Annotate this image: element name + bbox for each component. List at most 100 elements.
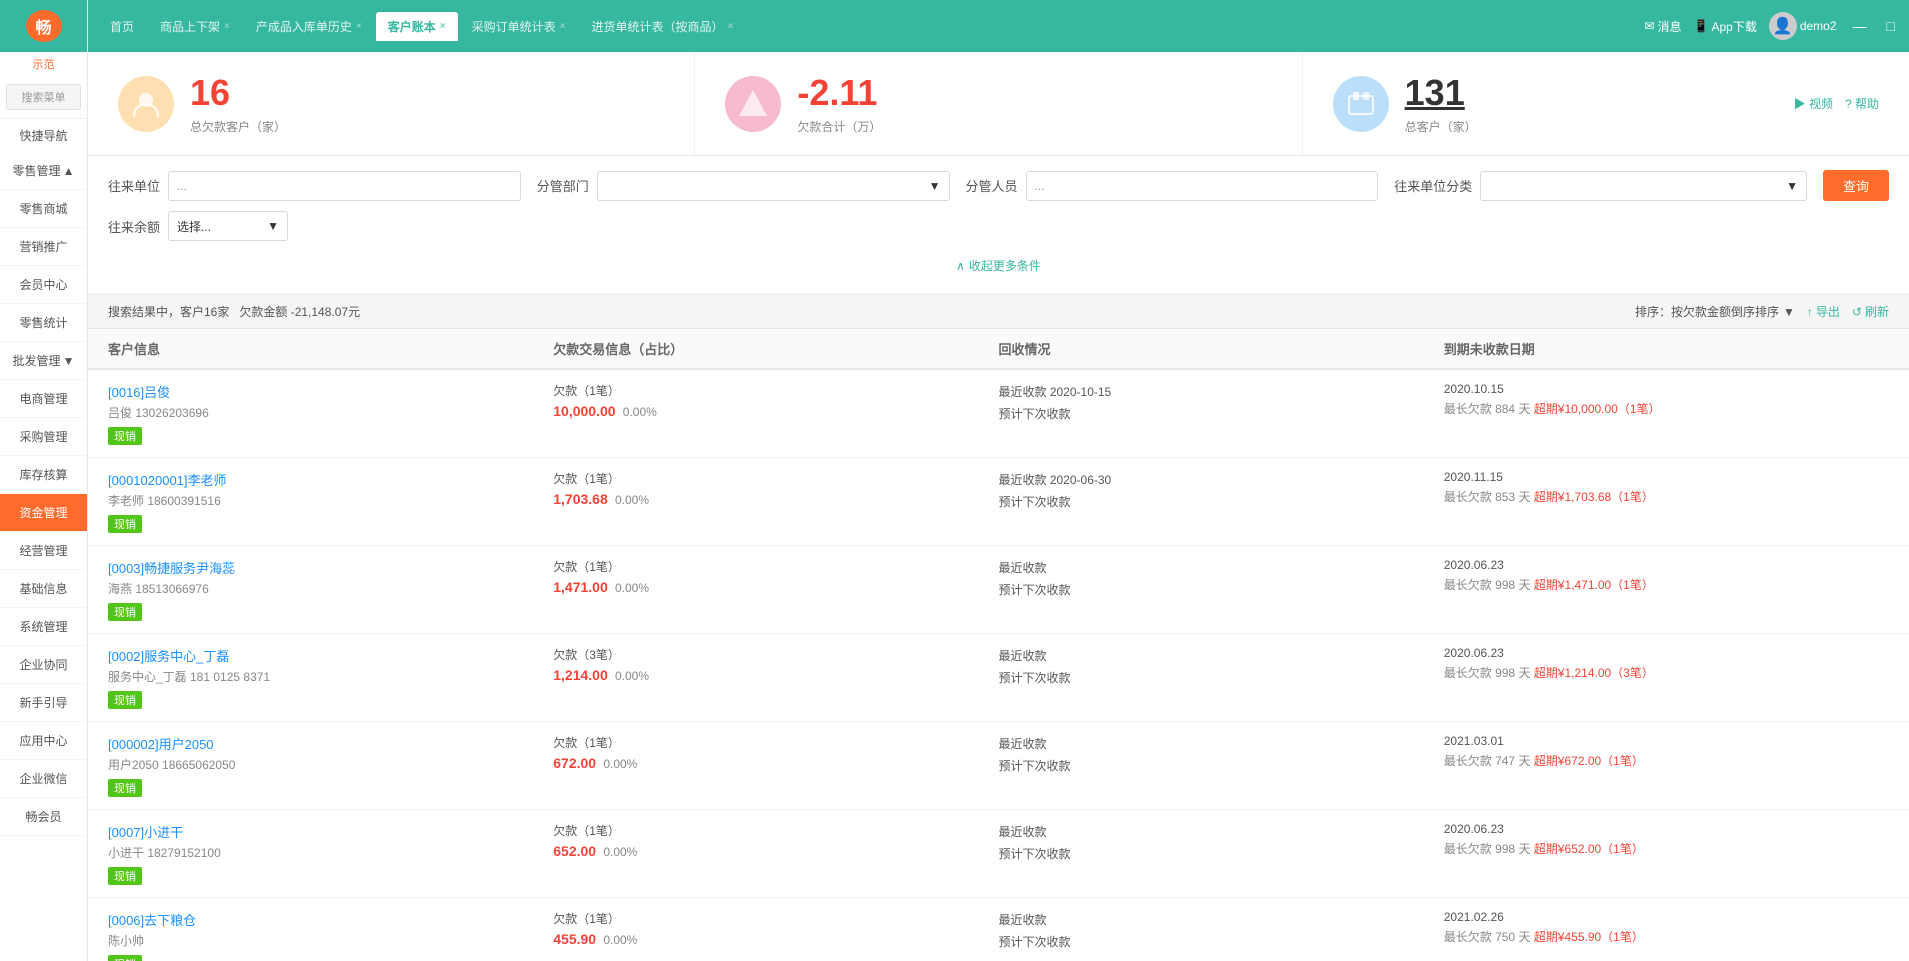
collapse-button[interactable]: ∧ 收起更多条件 bbox=[956, 257, 1041, 274]
sidebar-item-purchase-mgmt[interactable]: 采购管理 bbox=[0, 418, 87, 456]
search-menu-button[interactable]: 搜索菜单 bbox=[6, 84, 81, 110]
debt-cell-6: 欠款（1笔） 455.90 0.00% bbox=[553, 910, 998, 961]
app-download-button[interactable]: 📱 App下载 bbox=[1694, 18, 1757, 35]
close-customer-account-tab[interactable]: × bbox=[440, 21, 446, 32]
search-button[interactable]: 查询 bbox=[1823, 170, 1889, 201]
customer-name-4[interactable]: [000002]用户2050 bbox=[108, 734, 553, 753]
tab-customer-account[interactable]: 客户账本 × bbox=[376, 12, 458, 41]
window-minimize-button[interactable]: — bbox=[1849, 14, 1871, 38]
col-header-debt: 欠款交易信息（占比） bbox=[553, 339, 998, 358]
col-header-customer: 客户信息 bbox=[108, 339, 553, 358]
customer-tag-1: 现销 bbox=[108, 515, 142, 533]
table-row: [0016]吕俊 吕俊 13026203696 现销 欠款（1笔） 10,000… bbox=[88, 370, 1909, 458]
customer-contact-5: 小进干 18279152100 bbox=[108, 844, 553, 861]
total-customers-icon bbox=[1333, 76, 1389, 132]
sidebar-item-inventory[interactable]: 库存核算 bbox=[0, 456, 87, 494]
tab-product-shelf[interactable]: 商品上下架 × bbox=[148, 12, 242, 41]
debt-cell-1: 欠款（1笔） 1,703.68 0.00% bbox=[553, 470, 998, 533]
close-purchase-order-tab[interactable]: × bbox=[560, 21, 566, 32]
sort-selector[interactable]: 排序：按欠款金额倒序排序 ▼ bbox=[1635, 303, 1795, 320]
customer-name-1[interactable]: [0001020001]李老师 bbox=[108, 470, 553, 489]
sidebar-item-member-center[interactable]: 会员中心 bbox=[0, 266, 87, 304]
help-btn[interactable]: ? 帮助 bbox=[1845, 95, 1879, 112]
customer-name-2[interactable]: [0003]畅捷服务尹海蕊 bbox=[108, 558, 553, 577]
customer-name-5[interactable]: [0007]小进干 bbox=[108, 822, 553, 841]
from-unit-input[interactable]: ... bbox=[168, 171, 521, 201]
filter-balance: 往来余额 选择... ▼ bbox=[108, 211, 288, 241]
main-content: 16 总欠款客户（家） -2.11 欠款合计（万） bbox=[88, 52, 1909, 961]
debt-customers-value: 16 bbox=[190, 72, 286, 114]
overdue-cell-2: 2020.06.23 最长欠款 998 天 超期¥1,471.00（1笔） bbox=[1444, 558, 1889, 621]
payback-cell-3: 最近收款 预计下次收款 bbox=[999, 646, 1444, 709]
customer-contact-2: 海燕 18513066976 bbox=[108, 580, 553, 597]
video-help-btn[interactable]: ▶ 视频 bbox=[1794, 95, 1833, 112]
payback-cell-5: 最近收款 预计下次收款 bbox=[999, 822, 1444, 885]
sidebar-item-enterprise-wechat[interactable]: 企业微信 bbox=[0, 760, 87, 798]
sidebar-item-new-guide[interactable]: 新手引导 bbox=[0, 684, 87, 722]
sidebar-item-retail-stats[interactable]: 零售统计 bbox=[0, 304, 87, 342]
customer-name-3[interactable]: [0002]服务中心_丁磊 bbox=[108, 646, 553, 665]
sidebar-item-member-vip[interactable]: 畅会员 bbox=[0, 798, 87, 836]
overdue-link-3[interactable]: 超期¥1,214.00（3笔） bbox=[1534, 666, 1654, 680]
debt-cell-4: 欠款（1笔） 672.00 0.00% bbox=[553, 734, 998, 797]
manager-input[interactable]: ... bbox=[1026, 171, 1379, 201]
overdue-link-1[interactable]: 超期¥1,703.68（1笔） bbox=[1534, 490, 1654, 504]
sidebar-item-ecommerce[interactable]: 电商管理 bbox=[0, 380, 87, 418]
dept-select[interactable]: ▼ bbox=[597, 171, 950, 201]
tab-purchase-order[interactable]: 采购订单统计表 × bbox=[460, 12, 578, 41]
sidebar-item-retail-mall[interactable]: 零售商城 bbox=[0, 190, 87, 228]
sidebar-item-ops-mgmt[interactable]: 经营管理 bbox=[0, 532, 87, 570]
customer-cell-4: [000002]用户2050 用户2050 18665062050 现销 bbox=[108, 734, 553, 797]
unit-category-select[interactable]: ▼ bbox=[1480, 171, 1807, 201]
debt-amount-value: -2.11 bbox=[797, 72, 881, 114]
customer-contact-6: 陈小帅 bbox=[108, 932, 553, 949]
table-row: [0003]畅捷服务尹海蕊 海燕 18513066976 现销 欠款（1笔） 1… bbox=[88, 546, 1909, 634]
window-maximize-button[interactable]: □ bbox=[1883, 14, 1899, 38]
overdue-link-6[interactable]: 超期¥455.90（1笔） bbox=[1534, 930, 1644, 944]
refresh-button[interactable]: ↺ 刷新 bbox=[1852, 303, 1889, 320]
filter-row-2: 往来余额 选择... ▼ bbox=[108, 211, 1889, 241]
customer-name-6[interactable]: [0006]去下粮仓 bbox=[108, 910, 553, 929]
overdue-link-0[interactable]: 超期¥10,000.00（1笔） bbox=[1534, 402, 1661, 416]
close-product-history-tab[interactable]: × bbox=[356, 21, 362, 32]
close-product-shelf-tab[interactable]: × bbox=[224, 21, 230, 32]
results-bar: 搜索结果中，客户16家 欠款金额 -21,148.07元 排序：按欠款金额倒序排… bbox=[88, 295, 1909, 329]
sidebar-item-basic-info[interactable]: 基础信息 bbox=[0, 570, 87, 608]
sidebar-item-marketing[interactable]: 营销推广 bbox=[0, 228, 87, 266]
col-header-payback: 回收情况 bbox=[999, 339, 1444, 358]
balance-label: 往来余额 bbox=[108, 217, 160, 236]
overdue-link-2[interactable]: 超期¥1,471.00（1笔） bbox=[1534, 578, 1654, 592]
balance-select[interactable]: 选择... ▼ bbox=[168, 211, 288, 241]
sidebar-item-retail-mgmt[interactable]: 零售管理 ▲ bbox=[0, 152, 87, 190]
filter-row-1: 往来单位 ... 分管部门 ▼ 分管人员 bbox=[108, 170, 1889, 201]
dept-label: 分管部门 bbox=[537, 176, 589, 195]
tab-product-history[interactable]: 产成品入库单历史 × bbox=[244, 12, 374, 41]
sidebar-search-area[interactable]: 搜索菜单 bbox=[0, 76, 87, 119]
export-button[interactable]: ↑ 导出 bbox=[1807, 303, 1840, 320]
sidebar-item-enterprise-coop[interactable]: 企业协同 bbox=[0, 646, 87, 684]
table-row: [0002]服务中心_丁磊 服务中心_丁磊 181 0125 8371 现销 欠… bbox=[88, 634, 1909, 722]
stat-help-buttons: ▶ 视频 ? 帮助 bbox=[1794, 95, 1879, 112]
table-header: 客户信息 欠款交易信息（占比） 回收情况 到期未收款日期 bbox=[88, 329, 1909, 370]
overdue-cell-1: 2020.11.15 最长欠款 853 天 超期¥1,703.68（1笔） bbox=[1444, 470, 1889, 533]
filter-manager: 分管人员 ... bbox=[966, 171, 1379, 201]
close-purchase-stats-tab[interactable]: × bbox=[727, 21, 733, 32]
message-button[interactable]: ✉ 消息 bbox=[1644, 18, 1681, 35]
user-avatar[interactable]: 👤 demo2 bbox=[1769, 12, 1837, 40]
app-download-icon: 📱 bbox=[1694, 19, 1709, 33]
sidebar-item-app-center[interactable]: 应用中心 bbox=[0, 722, 87, 760]
debt-cell-3: 欠款（3笔） 1,214.00 0.00% bbox=[553, 646, 998, 709]
sidebar-item-batch-mgmt[interactable]: 批发管理 ▼ bbox=[0, 342, 87, 380]
tab-purchase-stats[interactable]: 进货单统计表（按商品） × bbox=[579, 12, 745, 41]
customer-name-0[interactable]: [0016]吕俊 bbox=[108, 382, 553, 401]
from-unit-label: 往来单位 bbox=[108, 176, 160, 195]
overdue-link-4[interactable]: 超期¥672.00（1笔） bbox=[1534, 754, 1644, 768]
sidebar-item-system-mgmt[interactable]: 系统管理 bbox=[0, 608, 87, 646]
unit-category-arrow-icon: ▼ bbox=[1786, 179, 1798, 193]
results-actions: 排序：按欠款金额倒序排序 ▼ ↑ 导出 ↺ 刷新 bbox=[1635, 303, 1889, 320]
overdue-link-5[interactable]: 超期¥652.00（1笔） bbox=[1534, 842, 1644, 856]
customer-contact-3: 服务中心_丁磊 181 0125 8371 bbox=[108, 668, 553, 685]
sidebar-item-capital-mgmt[interactable]: 资金管理 bbox=[0, 494, 87, 532]
tab-home[interactable]: 首页 bbox=[98, 12, 146, 41]
debt-amount-label: 欠款合计（万） bbox=[797, 118, 881, 135]
